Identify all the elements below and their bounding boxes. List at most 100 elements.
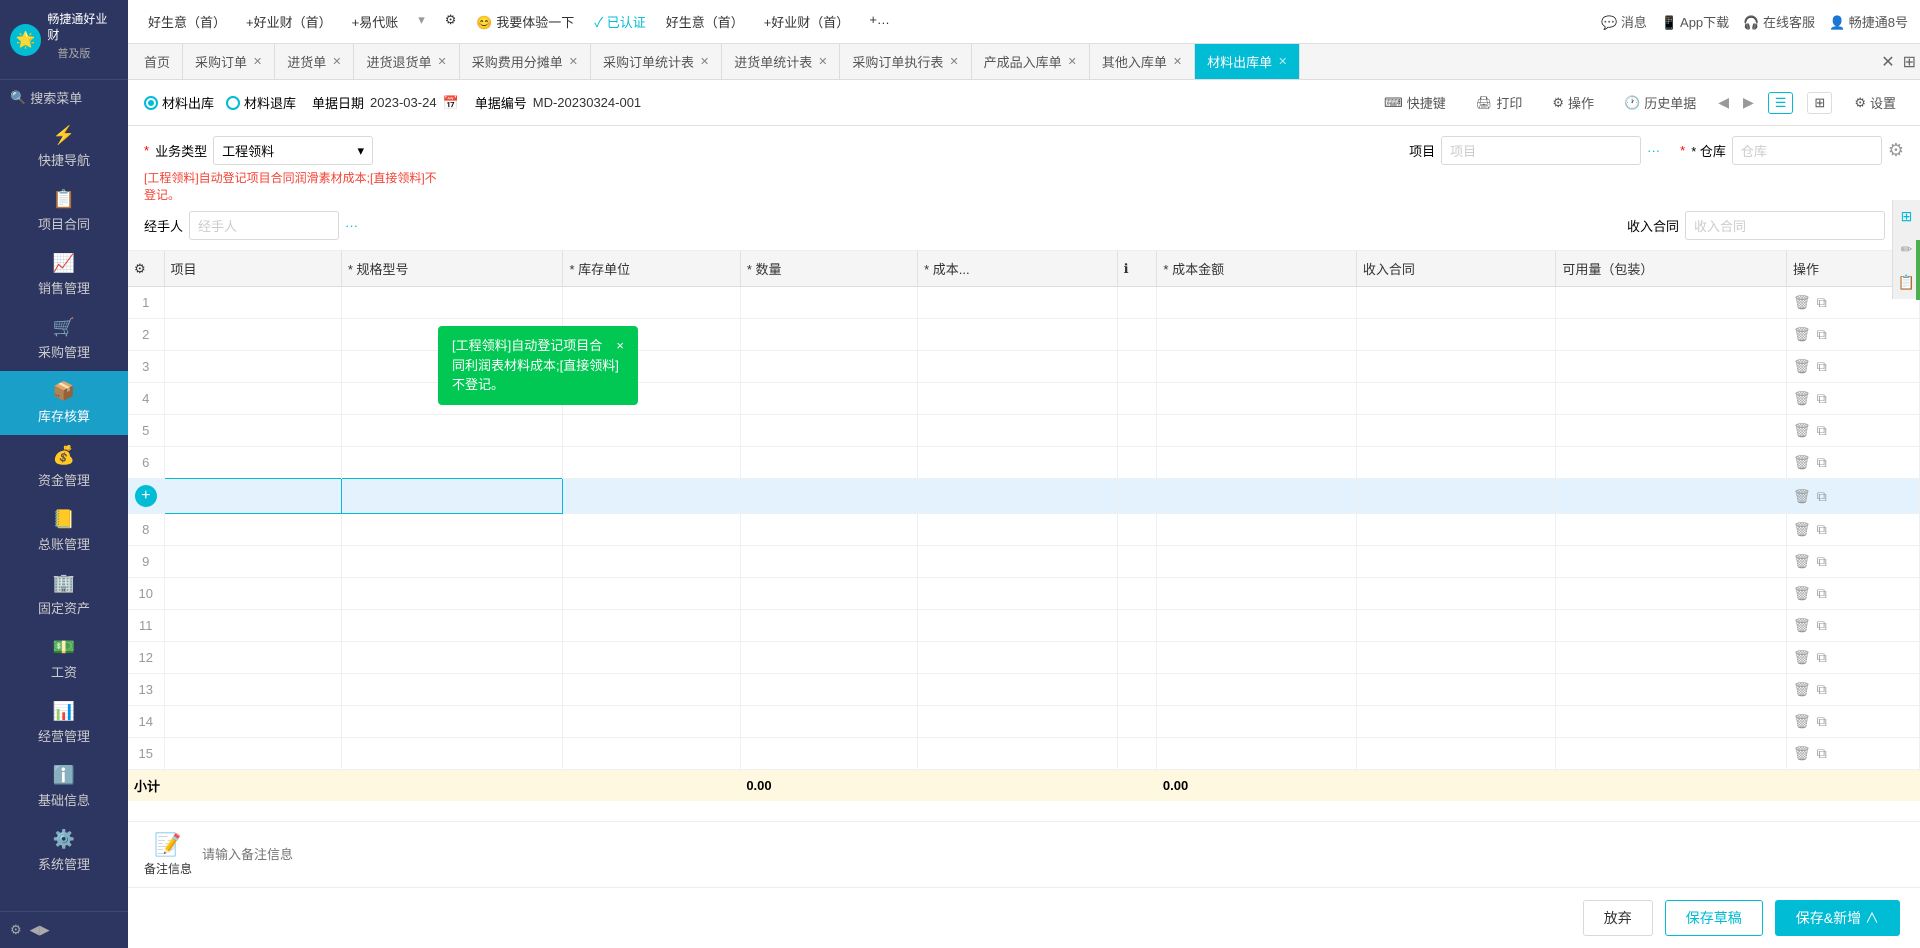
date-value[interactable]: 2023-03-24	[370, 95, 437, 110]
tab-purchase-stat[interactable]: 采购订单统计表 ✕	[591, 44, 722, 79]
row-1-contract[interactable]	[1356, 287, 1555, 319]
row-3-copy-icon[interactable]: ⧉	[1817, 358, 1827, 375]
topbar-dropdown-arrow[interactable]: ▾	[410, 12, 433, 31]
row-2-project[interactable]	[164, 319, 341, 351]
row-6-copy-icon[interactable]: ⧉	[1817, 454, 1827, 471]
quickkey-btn[interactable]: ⌨ 快捷键	[1376, 89, 1454, 116]
right-panel-icon-2[interactable]: ✏	[1901, 241, 1913, 258]
row-2-cost[interactable]	[918, 319, 1117, 351]
row-14-cost[interactable]	[918, 706, 1117, 738]
project-more-icon[interactable]: ···	[1647, 143, 1660, 158]
sidebar-item-basic-info[interactable]: ℹ️ 基础信息	[0, 755, 128, 819]
row-12-unit[interactable]	[563, 642, 740, 674]
row-10-cost-amt[interactable]	[1157, 578, 1356, 610]
row-14-cost-amt[interactable]	[1157, 706, 1356, 738]
row-12-cost[interactable]	[918, 642, 1117, 674]
row-15-cost-amt[interactable]	[1157, 738, 1356, 770]
tab-product-in[interactable]: 产成品入库单 ✕	[972, 44, 1090, 79]
row-5-copy-icon[interactable]: ⧉	[1817, 422, 1827, 439]
row-11-cost-amt[interactable]	[1157, 610, 1356, 642]
row-5-available[interactable]	[1556, 415, 1787, 447]
row-6-contract[interactable]	[1356, 447, 1555, 479]
topbar-certified[interactable]: ✓ 已认证	[586, 12, 654, 31]
tab-purchase-return[interactable]: 进货退货单 ✕	[354, 44, 459, 79]
row-15-contract[interactable]	[1356, 738, 1555, 770]
row-9-project[interactable]	[164, 546, 341, 578]
tab-home[interactable]: 首页	[132, 44, 183, 79]
row-7-cost[interactable]	[918, 479, 1117, 514]
tab-purchase-order[interactable]: 采购订单 ✕	[183, 44, 275, 79]
tab-other-in[interactable]: 其他入库单 ✕	[1090, 44, 1195, 79]
row-12-delete-icon[interactable]: 🗑	[1793, 649, 1811, 666]
row-13-spec[interactable]	[341, 674, 563, 706]
biz-type-select[interactable]: 工程领料 ▾	[213, 136, 373, 165]
row-4-project[interactable]	[164, 383, 341, 415]
row-9-unit[interactable]	[563, 546, 740, 578]
row-9-spec[interactable]	[341, 546, 563, 578]
row-9-cost-amt[interactable]	[1157, 546, 1356, 578]
row-14-copy-icon[interactable]: ⧉	[1817, 713, 1827, 730]
row-13-delete-icon[interactable]: 🗑	[1793, 681, 1811, 698]
tab-product-in-close[interactable]: ✕	[1068, 55, 1077, 68]
row-7-unit[interactable]	[563, 479, 740, 514]
tab-material-out[interactable]: 材料出库单 ✕	[1195, 44, 1300, 79]
row-1-cost-amt[interactable]	[1157, 287, 1356, 319]
row-15-cost[interactable]	[918, 738, 1117, 770]
row-12-cost-amt[interactable]	[1157, 642, 1356, 674]
sidebar-item-ledger[interactable]: 📒 总账管理	[0, 499, 128, 563]
row-8-project[interactable]	[164, 514, 341, 546]
row-10-spec[interactable]	[341, 578, 563, 610]
view-list-btn[interactable]: ☰	[1768, 92, 1794, 114]
row-8-contract[interactable]	[1356, 514, 1555, 546]
right-panel-icon-1[interactable]: ⊞	[1901, 208, 1913, 225]
row-9-delete-icon[interactable]: 🗑	[1793, 553, 1811, 570]
row-15-project[interactable]	[164, 738, 341, 770]
row-11-unit[interactable]	[563, 610, 740, 642]
row-3-cost-amt[interactable]	[1157, 351, 1356, 383]
row-6-spec[interactable]	[341, 447, 563, 479]
sidebar-item-inventory[interactable]: 📦 库存核算	[0, 371, 128, 435]
row-7-spec[interactable]	[341, 479, 563, 514]
row-9-qty[interactable]	[740, 546, 917, 578]
row-5-project[interactable]	[164, 415, 341, 447]
sidebar-item-operation[interactable]: 📊 经营管理	[0, 691, 128, 755]
row-15-available[interactable]	[1556, 738, 1787, 770]
row-2-copy-icon[interactable]: ⧉	[1817, 326, 1827, 343]
topbar-good-finance[interactable]: +好业财（首）	[238, 12, 340, 31]
topbar-more[interactable]: +…	[861, 12, 898, 31]
row-10-delete-icon[interactable]: 🗑	[1793, 585, 1811, 602]
sidebar-item-project[interactable]: 📋 项目合同	[0, 179, 128, 243]
save-draft-btn[interactable]: 保存草稿	[1665, 900, 1763, 936]
row-14-unit[interactable]	[563, 706, 740, 738]
income-contract-input[interactable]: 收入合同	[1685, 211, 1885, 240]
row-15-qty[interactable]	[740, 738, 917, 770]
row-3-qty[interactable]	[740, 351, 917, 383]
row-4-cost[interactable]	[918, 383, 1117, 415]
row-14-spec[interactable]	[341, 706, 563, 738]
row-12-available[interactable]	[1556, 642, 1787, 674]
row-11-contract[interactable]	[1356, 610, 1555, 642]
row-6-project[interactable]	[164, 447, 341, 479]
view-grid-btn[interactable]: ⊞	[1807, 92, 1832, 114]
row-6-qty[interactable]	[740, 447, 917, 479]
row-10-qty[interactable]	[740, 578, 917, 610]
row-3-project[interactable]	[164, 351, 341, 383]
row-14-qty[interactable]	[740, 706, 917, 738]
project-input[interactable]: 项目	[1441, 136, 1641, 165]
row-6-delete-icon[interactable]: 🗑	[1793, 454, 1811, 471]
row-13-copy-icon[interactable]: ⧉	[1817, 681, 1827, 698]
tab-purchase-exec-close[interactable]: ✕	[949, 55, 958, 68]
row-4-available[interactable]	[1556, 383, 1787, 415]
row-15-spec[interactable]	[341, 738, 563, 770]
th-settings[interactable]: ⚙	[128, 251, 164, 287]
row-14-available[interactable]	[1556, 706, 1787, 738]
tooltip-close-btn[interactable]: ×	[616, 336, 624, 356]
topbar-user[interactable]: 👤 畅捷通8号	[1829, 12, 1908, 31]
row-6-cost-amt[interactable]	[1157, 447, 1356, 479]
row-4-copy-icon[interactable]: ⧉	[1817, 390, 1827, 407]
row-7-available[interactable]	[1556, 479, 1787, 514]
row-15-delete-icon[interactable]: 🗑	[1793, 745, 1811, 762]
operate-btn[interactable]: ⚙ 操作	[1544, 89, 1602, 116]
row-4-cost-amt[interactable]	[1157, 383, 1356, 415]
sidebar-item-quick-nav[interactable]: ⚡ 快捷导航	[0, 115, 128, 179]
